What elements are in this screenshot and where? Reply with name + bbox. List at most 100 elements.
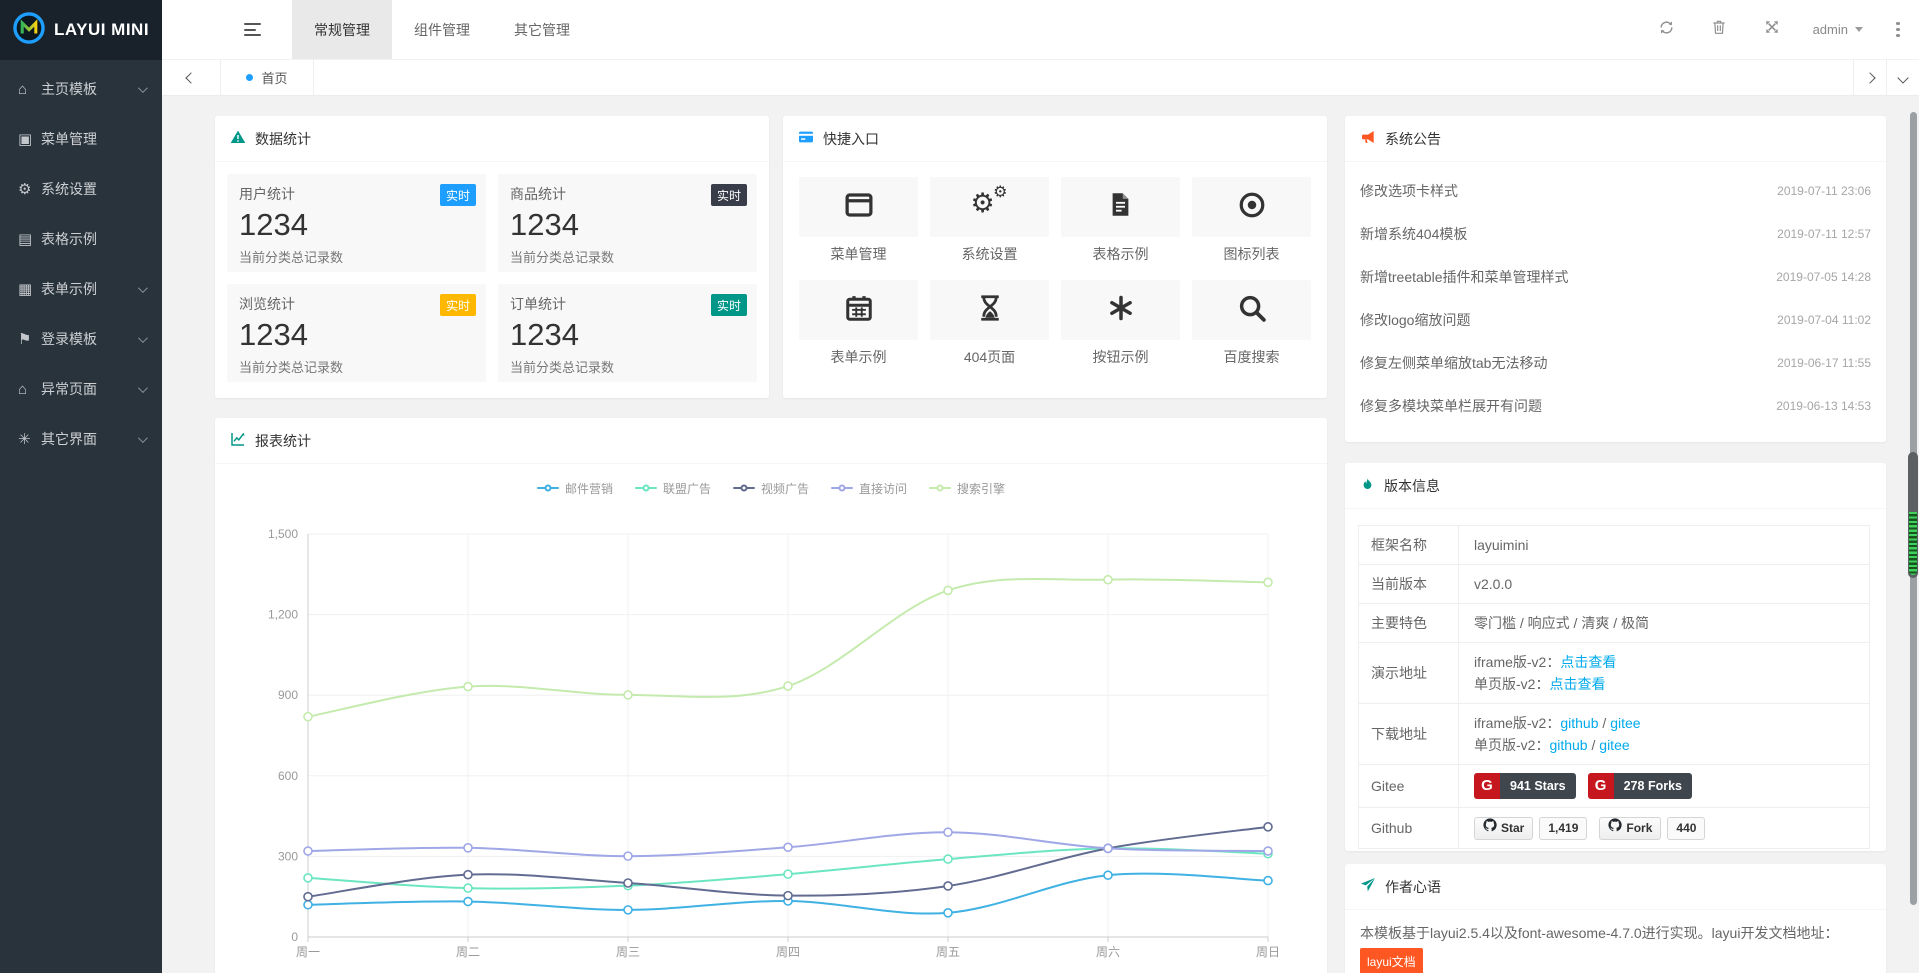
- page-tab[interactable]: 首页: [220, 60, 314, 95]
- user-dropdown[interactable]: admin: [1799, 0, 1877, 59]
- version-link[interactable]: github: [1560, 715, 1598, 731]
- version-row-value: G941 Stars G278 Forks: [1459, 765, 1870, 808]
- legend-marker-icon: [831, 487, 853, 489]
- sidebar-item[interactable]: ▦ 表单示例: [0, 264, 162, 314]
- home-icon: ⌂: [18, 81, 41, 98]
- quick-entry-item[interactable]: 图标列表: [1192, 177, 1311, 264]
- top-nav-tab[interactable]: 组件管理: [392, 0, 492, 59]
- quick-entry-item[interactable]: 按钮示例: [1061, 280, 1180, 367]
- version-row-label: 演示地址: [1359, 643, 1459, 704]
- version-row-label: Gitee: [1359, 765, 1459, 808]
- sidebar-item-label: 登录模板: [41, 329, 138, 349]
- panel-data-stats: 数据统计 用户统计 1234 当前分类总记录数 实时 商品统计 1234 当前分…: [215, 116, 769, 398]
- gitee-badge[interactable]: G941 Stars: [1474, 773, 1576, 799]
- version-row-value: Star 1,419 Fork 440: [1459, 808, 1870, 849]
- fullscreen-icon: [1764, 19, 1780, 40]
- chevron-right-icon: [1864, 72, 1875, 83]
- version-link[interactable]: 点击查看: [1549, 676, 1605, 692]
- chart-legend-item[interactable]: 邮件营销: [537, 480, 613, 497]
- card-window-icon: [798, 129, 814, 148]
- more-options-button[interactable]: [1877, 0, 1919, 59]
- sidebar-item[interactable]: ▣ 菜单管理: [0, 114, 162, 164]
- version-row-label: 当前版本: [1359, 565, 1459, 604]
- chart-legend-item[interactable]: 视频广告: [733, 480, 809, 497]
- layui-doc-badge[interactable]: layui文档: [1360, 948, 1423, 973]
- quick-entry-item[interactable]: 表单示例: [799, 280, 918, 367]
- sidebar-item[interactable]: ▤ 表格示例: [0, 214, 162, 264]
- notice-item[interactable]: 新增系统404模板 2019-07-11 12:57: [1360, 212, 1871, 255]
- clear-cache-button[interactable]: [1693, 0, 1746, 59]
- github-fork-button[interactable]: Fork: [1599, 817, 1661, 840]
- quick-entry-item[interactable]: ⚙⚙ 系统设置: [930, 177, 1049, 264]
- sidebar: LAYUI MINI ⌂ 主页模板 ▣ 菜单管理 ⚙ 系统设置 ▤ 表格示例 ▦…: [0, 0, 162, 973]
- legend-label: 联盟广告: [663, 480, 711, 497]
- tab-operations-button[interactable]: [1886, 60, 1919, 95]
- caret-down-icon: [1855, 27, 1863, 32]
- chevron-down-icon: [138, 283, 148, 293]
- github-count[interactable]: 1,419: [1539, 817, 1587, 840]
- tab-scroll-left-button[interactable]: [162, 60, 220, 95]
- top-nav-tab[interactable]: 常规管理: [292, 0, 392, 59]
- version-row-value: iframe版-v2：点击查看单页版-v2：点击查看: [1459, 643, 1870, 704]
- file-icon: [1107, 191, 1134, 223]
- panel-title: 数据统计: [255, 129, 311, 149]
- hourglass-icon: [975, 293, 1005, 328]
- gears-icon: ⚙⚙: [973, 188, 1007, 227]
- notice-text: 新增treetable插件和菜单管理样式: [1360, 267, 1568, 287]
- realtime-badge: 实时: [440, 294, 476, 316]
- notice-date: 2019-07-04 11:02: [1777, 313, 1871, 327]
- fullscreen-button[interactable]: [1746, 0, 1799, 59]
- notice-item[interactable]: 修改logo缩放问题 2019-07-04 11:02: [1360, 298, 1871, 341]
- svg-text:周一: 周一: [296, 945, 320, 959]
- logo[interactable]: LAYUI MINI: [0, 0, 162, 60]
- panel-report: 报表统计 邮件营销 联盟广告 视频广告 直接访问 搜索引擎 0300600900…: [215, 418, 1327, 973]
- stat-title: 订单统计: [510, 294, 745, 314]
- version-link[interactable]: gitee: [1599, 737, 1629, 753]
- legend-marker-icon: [635, 487, 657, 489]
- sidebar-item[interactable]: ⌂ 异常页面: [0, 364, 162, 414]
- version-link[interactable]: gitee: [1610, 715, 1640, 731]
- tab-scroll-right-button[interactable]: [1853, 60, 1886, 95]
- notice-item[interactable]: 新增treetable插件和菜单管理样式 2019-07-05 14:28: [1360, 255, 1871, 298]
- version-row: 主要特色零门槛 / 响应式 / 清爽 / 极简: [1359, 604, 1870, 643]
- quick-entry-item[interactable]: 百度搜索: [1192, 280, 1311, 367]
- top-nav-tab[interactable]: 其它管理: [492, 0, 592, 59]
- quick-entry-item[interactable]: 菜单管理: [799, 177, 918, 264]
- quick-entry-item[interactable]: 404页面: [930, 280, 1049, 367]
- svg-text:300: 300: [278, 849, 298, 863]
- collapse-menu-icon[interactable]: [224, 0, 280, 59]
- layui-logo-icon: [12, 11, 46, 50]
- version-link[interactable]: github: [1549, 737, 1587, 753]
- quick-entry-label: 表格示例: [1061, 244, 1180, 264]
- chart-legend-item[interactable]: 联盟广告: [635, 480, 711, 497]
- version-row-label: 主要特色: [1359, 604, 1459, 643]
- notice-date: 2019-07-11 23:06: [1777, 184, 1871, 198]
- chart-legend-item[interactable]: 直接访问: [831, 480, 907, 497]
- panel-title: 系统公告: [1385, 129, 1441, 149]
- version-row-value: iframe版-v2：github / gitee单页版-v2：github /…: [1459, 704, 1870, 765]
- scrollbar-grip[interactable]: [1908, 452, 1918, 578]
- sidebar-item[interactable]: ⚙ 系统设置: [0, 164, 162, 214]
- asterisk-icon: [1107, 294, 1135, 327]
- github-count[interactable]: 440: [1667, 817, 1705, 840]
- notice-item[interactable]: 修复左侧菜单缩放tab无法移动 2019-06-17 11:55: [1360, 341, 1871, 384]
- content-area: 数据统计 用户统计 1234 当前分类总记录数 实时 商品统计 1234 当前分…: [162, 96, 1919, 973]
- notice-item[interactable]: 修改选项卡样式 2019-07-11 23:06: [1360, 169, 1871, 212]
- quick-entry-item[interactable]: 表格示例: [1061, 177, 1180, 264]
- app-title: LAYUI MINI: [54, 20, 149, 40]
- notice-item[interactable]: 修复多模块菜单栏展开有问题 2019-06-13 14:53: [1360, 384, 1871, 427]
- top-nav: 常规管理组件管理其它管理: [292, 0, 592, 59]
- tab-bar: 首页: [162, 60, 1919, 96]
- chart-legend-item[interactable]: 搜索引擎: [929, 480, 1005, 497]
- refresh-button[interactable]: [1640, 0, 1693, 59]
- search-icon: [1237, 293, 1267, 328]
- sidebar-item[interactable]: ⚑ 登录模板: [0, 314, 162, 364]
- sidebar-item[interactable]: ⌂ 主页模板: [0, 64, 162, 114]
- github-icon: [1483, 817, 1497, 839]
- sidebar-item[interactable]: ✳ 其它界面: [0, 414, 162, 464]
- github-star-button[interactable]: Star: [1474, 817, 1533, 840]
- legend-marker-icon: [733, 487, 755, 489]
- gitee-badge[interactable]: G278 Forks: [1588, 773, 1692, 799]
- version-link[interactable]: 点击查看: [1560, 654, 1616, 670]
- version-row-label: 框架名称: [1359, 526, 1459, 565]
